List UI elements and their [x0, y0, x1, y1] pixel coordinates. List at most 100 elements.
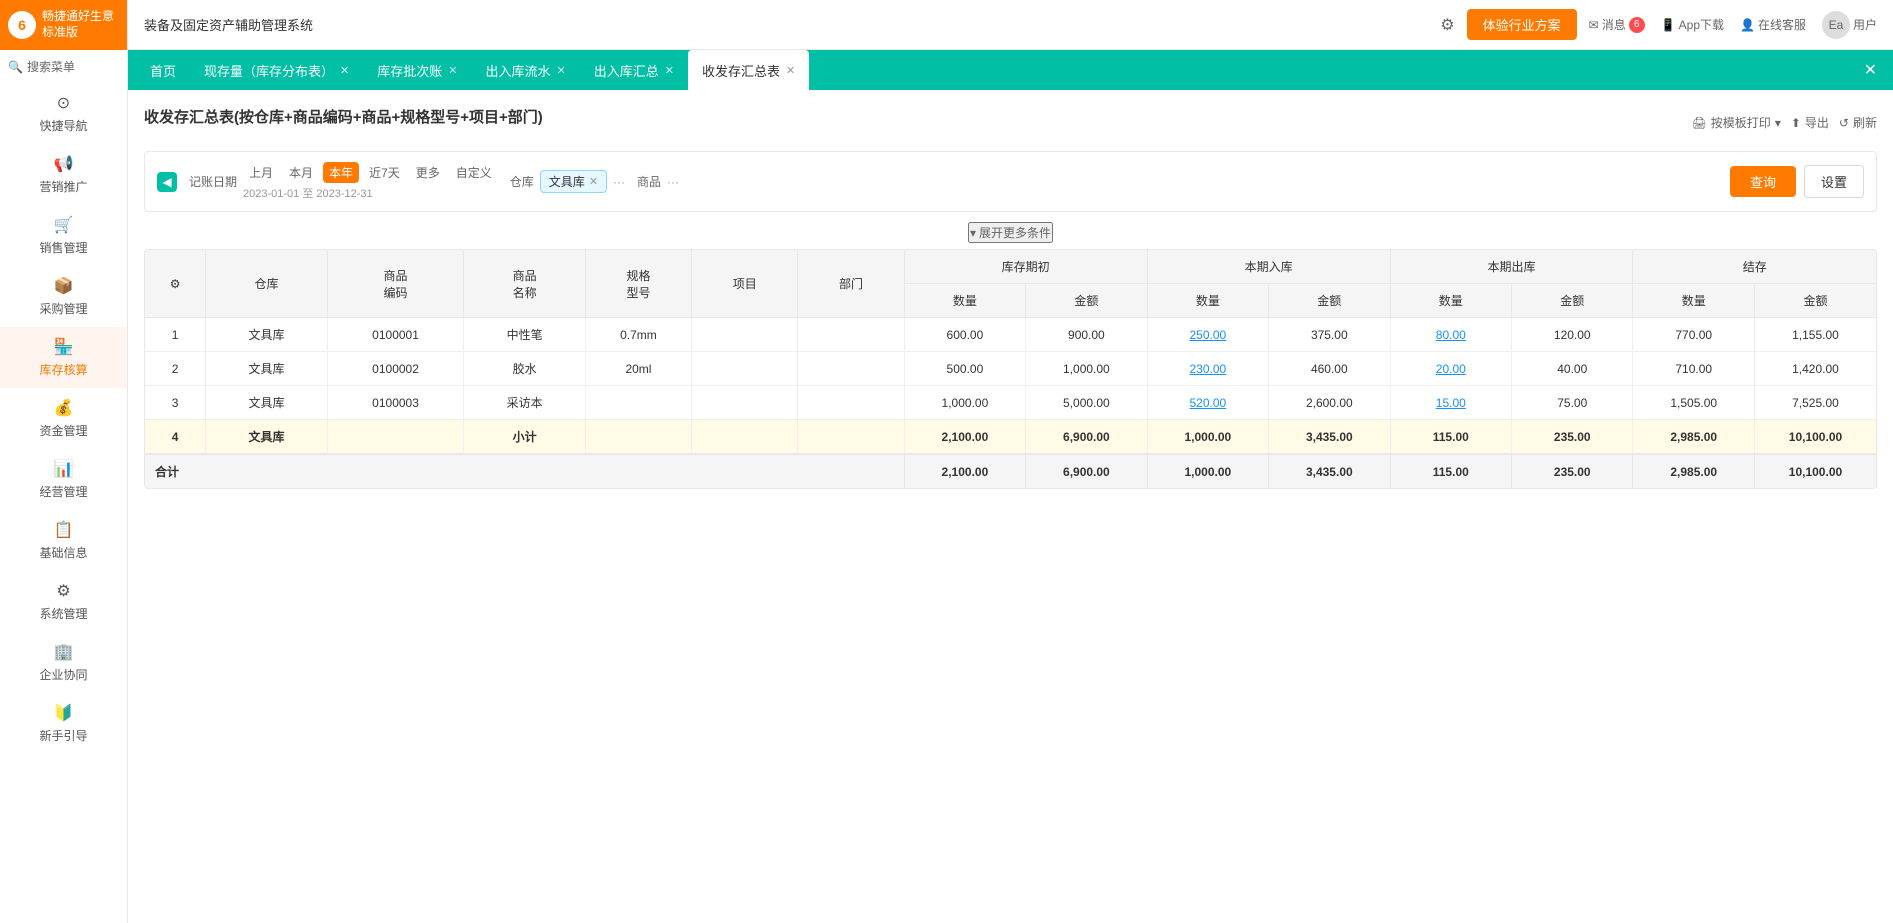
date-range-text: 2023-01-01 至 2023-12-31	[243, 185, 498, 201]
topbar: 装备及固定资产辅助管理系统 ⚙ 体验行业方案 ✉ 消息 6 📱 App下载 👤 …	[128, 0, 1893, 50]
warehouse-remove-btn[interactable]: ✕	[589, 175, 598, 188]
cell-spec: 0.7mm	[585, 318, 691, 352]
date-btn-more[interactable]: 更多	[410, 162, 446, 183]
message-btn[interactable]: ✉ 消息 6	[1589, 16, 1645, 33]
product-filter-group: 商品 ···	[637, 173, 679, 190]
tab-in-out-summary[interactable]: 出入库汇总 ✕	[580, 50, 688, 90]
gear-button[interactable]: ⚙	[1440, 15, 1454, 35]
online-service-btn[interactable]: 👤 在线客服	[1740, 16, 1806, 33]
sidebar-item-finance[interactable]: 💰 资金管理	[0, 388, 127, 449]
sales-icon: 🛒	[54, 215, 74, 235]
cell-dept	[798, 352, 904, 386]
cell-code: 0100002	[327, 352, 464, 386]
cell-code: 0100001	[327, 318, 464, 352]
sidebar-item-sales[interactable]: 🛒 销售管理	[0, 205, 127, 266]
th-open-amt: 金额	[1026, 284, 1147, 318]
search-menu[interactable]: 🔍 搜索菜单	[0, 50, 127, 83]
th-spec: 规格型号	[585, 250, 691, 318]
cell-out-qty: 115.00	[1390, 420, 1511, 455]
tab-collect-summary[interactable]: 收发存汇总表 ✕	[688, 50, 809, 90]
link-cell[interactable]: 520.00	[1189, 396, 1226, 410]
refresh-btn[interactable]: ↺ 刷新	[1839, 114, 1877, 131]
th-closing: 结存	[1633, 250, 1876, 284]
tab-close-icon[interactable]: ✕	[340, 64, 349, 77]
cell-close-amt: 1,155.00	[1754, 318, 1876, 352]
date-btn-this-year[interactable]: 本年	[323, 162, 359, 183]
date-label: 记账日期	[189, 173, 237, 190]
tab-inventory-dist[interactable]: 现存量（库存分布表） ✕	[190, 50, 363, 90]
link-cell[interactable]: 250.00	[1189, 328, 1226, 342]
sidebar-item-operations[interactable]: 📊 经营管理	[0, 449, 127, 510]
cell-in-amt: 460.00	[1269, 352, 1390, 386]
filter-bar: ◀ 记账日期 上月 本月 本年 近7天 更多 自定义 2023-01-01 至 …	[144, 151, 1877, 212]
th-in-amt: 金额	[1269, 284, 1390, 318]
quick-nav-icon: ⊙	[57, 93, 70, 113]
link-cell[interactable]: 230.00	[1189, 362, 1226, 376]
th-out-qty: 数量	[1390, 284, 1511, 318]
sidebar-item-system[interactable]: ⚙ 系统管理	[0, 571, 127, 632]
user-btn[interactable]: Ea 用户	[1822, 11, 1877, 39]
cell-project	[692, 318, 798, 352]
product-label: 商品	[637, 173, 661, 190]
guide-icon: 🔰	[54, 703, 74, 723]
link-cell[interactable]: 80.00	[1436, 328, 1466, 342]
cell-in-qty: 1,000.00	[1147, 420, 1268, 455]
sidebar-item-purchase[interactable]: 📦 采购管理	[0, 266, 127, 327]
tab-batch-ledger[interactable]: 库存批次账 ✕	[363, 50, 471, 90]
export-btn[interactable]: ⬆ 导出	[1791, 114, 1829, 131]
link-cell[interactable]: 20.00	[1436, 362, 1466, 376]
cell-product: 中性笔	[464, 318, 585, 352]
sidebar-item-inventory[interactable]: 🏪 库存核算	[0, 327, 127, 388]
tab-home[interactable]: 首页	[136, 50, 190, 90]
footer-close-amt: 10,100.00	[1754, 454, 1876, 488]
cell-project	[692, 420, 798, 455]
sidebar-item-marketing[interactable]: 📢 营销推广	[0, 144, 127, 205]
tab-close-icon[interactable]: ✕	[665, 64, 674, 77]
cell-project	[692, 352, 798, 386]
cell-close-amt: 1,420.00	[1754, 352, 1876, 386]
filter-toggle-btn[interactable]: ◀	[157, 172, 177, 192]
cell-out-amt: 40.00	[1512, 352, 1633, 386]
date-btn-custom[interactable]: 自定义	[450, 162, 498, 183]
cell-in-qty: 230.00	[1147, 352, 1268, 386]
tab-close-active-icon[interactable]: ✕	[786, 64, 795, 77]
close-all-tabs-btn[interactable]: ✕	[1856, 60, 1885, 80]
tab-in-out-flow[interactable]: 出入库流水 ✕	[471, 50, 579, 90]
th-product: 商品名称	[464, 250, 585, 318]
expand-icon: ▾	[970, 226, 976, 240]
print-template-btn[interactable]: 🖨 按模板打印 ▾	[1692, 114, 1781, 131]
cell-open-amt: 6,900.00	[1026, 420, 1147, 455]
cell-open-qty: 1,000.00	[904, 386, 1025, 420]
th-open-qty: 数量	[904, 284, 1025, 318]
tab-close-icon[interactable]: ✕	[448, 64, 457, 77]
export-icon: ⬆	[1791, 116, 1801, 130]
date-btn-this-month[interactable]: 本月	[283, 162, 319, 183]
footer-close-qty: 2,985.00	[1633, 454, 1754, 488]
cell-no: 3	[145, 386, 206, 420]
tab-close-icon[interactable]: ✕	[557, 64, 566, 77]
sidebar-item-enterprise[interactable]: 🏢 企业协同	[0, 632, 127, 693]
th-in-qty: 数量	[1147, 284, 1268, 318]
link-cell[interactable]: 15.00	[1436, 396, 1466, 410]
query-button[interactable]: 查询	[1730, 166, 1796, 197]
sidebar-item-quick-nav[interactable]: ⊙ 快捷导航	[0, 83, 127, 144]
cell-no: 2	[145, 352, 206, 386]
expand-conditions-btn[interactable]: ▾ 展开更多条件	[968, 222, 1053, 243]
footer-in-amt: 3,435.00	[1269, 454, 1390, 488]
cell-out-amt: 75.00	[1512, 386, 1633, 420]
trial-button[interactable]: 体验行业方案	[1467, 9, 1577, 40]
cell-out-qty: 80.00	[1390, 318, 1511, 352]
settings-button[interactable]: 设置	[1804, 165, 1864, 198]
main-area: 装备及固定资产辅助管理系统 ⚙ 体验行业方案 ✉ 消息 6 📱 App下载 👤 …	[128, 0, 1893, 923]
sidebar-item-guide[interactable]: 🔰 新手引导	[0, 693, 127, 754]
cell-warehouse: 文具库	[206, 386, 327, 420]
cell-close-amt: 10,100.00	[1754, 420, 1876, 455]
product-more-btn[interactable]: ···	[667, 175, 679, 189]
date-btn-prev-month[interactable]: 上月	[243, 162, 279, 183]
app-download-btn[interactable]: 📱 App下载	[1661, 16, 1724, 33]
date-btn-7days[interactable]: 近7天	[363, 162, 406, 183]
cell-no: 1	[145, 318, 206, 352]
warehouse-more-btn[interactable]: ···	[613, 175, 625, 189]
sidebar-item-basic[interactable]: 📋 基础信息	[0, 510, 127, 571]
warehouse-tag: 文具库 ✕	[540, 170, 607, 193]
